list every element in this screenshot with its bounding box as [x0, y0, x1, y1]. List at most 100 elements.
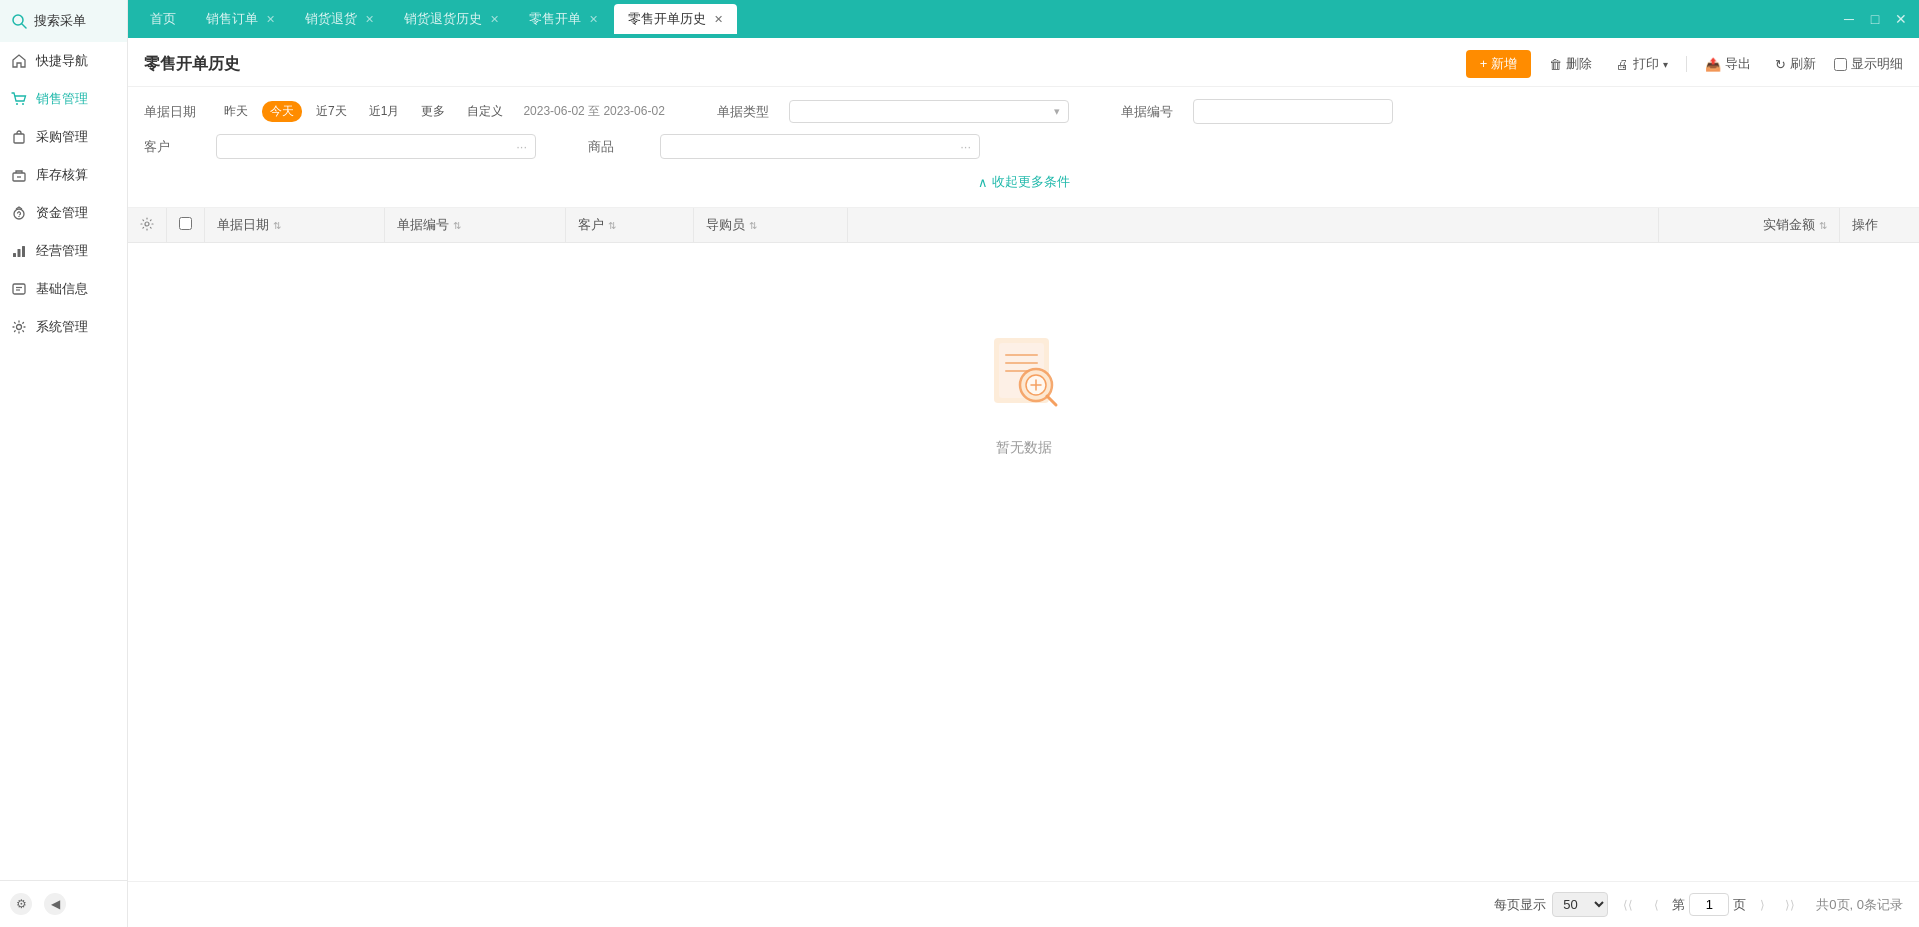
sidebar-label-finance: 资金管理 [36, 204, 88, 222]
select-all-checkbox[interactable] [179, 217, 192, 230]
info-icon [10, 280, 28, 298]
sidebar-label-basic-info: 基础信息 [36, 280, 88, 298]
search-btn[interactable]: 搜索采单 [0, 0, 127, 42]
tab-retail-open-history-close[interactable]: ✕ [714, 13, 723, 26]
filter-row-2: 客户 ··· 商品 ··· [144, 134, 1903, 159]
search-label: 搜索采单 [34, 12, 86, 30]
close-btn[interactable]: ✕ [1891, 9, 1911, 29]
sidebar-item-basic-info[interactable]: 基础信息 [0, 270, 127, 308]
show-detail-toggle[interactable]: 显示明细 [1834, 55, 1903, 73]
th-salesperson[interactable]: 导购员 ⇅ [693, 208, 847, 243]
th-settings[interactable] [128, 208, 167, 243]
type-select[interactable]: ▾ [789, 100, 1069, 123]
svg-rect-11 [13, 284, 25, 294]
th-amount[interactable]: 实销金额 ⇅ [1658, 208, 1839, 243]
date-more-btn[interactable]: 更多 [413, 101, 453, 122]
tab-sales-return-history[interactable]: 销货退货历史 ✕ [390, 4, 513, 34]
print-button[interactable]: 🖨 打印 ▾ [1610, 51, 1674, 77]
sidebar-label-inventory: 库存核算 [36, 166, 88, 184]
sidebar-item-sys-mgmt[interactable]: 系统管理 [0, 308, 127, 346]
date-yesterday-btn[interactable]: 昨天 [216, 101, 256, 122]
svg-point-14 [17, 325, 22, 330]
print-icon: 🖨 [1616, 57, 1629, 72]
page-label: 第 [1672, 896, 1685, 914]
number-filter-input[interactable] [1193, 99, 1393, 124]
sidebar-bottom: ⚙ ◀ [0, 880, 127, 927]
sidebar-label-sys-mgmt: 系统管理 [36, 318, 88, 336]
page-number-input[interactable] [1689, 893, 1729, 916]
minimize-btn[interactable]: ─ [1839, 9, 1859, 29]
date-today-btn[interactable]: 今天 [262, 101, 302, 122]
page-prev-btn[interactable]: ⟨ [1644, 893, 1668, 917]
collapse-icon: ∧ [978, 175, 988, 190]
collapse-sidebar-icon[interactable]: ◀ [44, 893, 66, 915]
data-table: 单据日期 ⇅ 单据编号 ⇅ 客户 [128, 208, 1919, 243]
collapse-label: 收起更多条件 [992, 173, 1070, 191]
export-icon: 📤 [1705, 57, 1721, 72]
th-date[interactable]: 单据日期 ⇅ [205, 208, 385, 243]
sidebar-item-inventory[interactable]: 库存核算 [0, 156, 127, 194]
tab-home[interactable]: 首页 [136, 4, 190, 34]
delete-button[interactable]: 🗑 删除 [1543, 51, 1598, 77]
sidebar-label-purchase-mgmt: 采购管理 [36, 128, 88, 146]
gear-icon [10, 318, 28, 336]
type-filter-label: 单据类型 [717, 103, 777, 121]
pagination: 每页显示 10 20 50 100 ⟨⟨ ⟨ 第 页 ⟩ ⟩⟩ 共0页, 0条记… [128, 881, 1919, 927]
refresh-button[interactable]: ↻ 刷新 [1769, 51, 1822, 77]
svg-point-15 [145, 222, 149, 226]
pagination-nav: ⟨⟨ ⟨ 第 页 ⟩ ⟩⟩ [1616, 893, 1802, 917]
svg-point-3 [22, 103, 24, 105]
tab-retail-open-close[interactable]: ✕ [589, 13, 598, 26]
add-button[interactable]: + 新增 [1466, 50, 1531, 78]
tab-sales-return-close[interactable]: ✕ [365, 13, 374, 26]
page-next-btn[interactable]: ⟩ [1750, 893, 1774, 917]
show-detail-label: 显示明细 [1851, 55, 1903, 73]
export-button[interactable]: 📤 导出 [1699, 51, 1757, 77]
tab-home-label: 首页 [150, 10, 176, 28]
search-icon [10, 12, 28, 30]
sidebar-item-purchase-mgmt[interactable]: 采购管理 [0, 118, 127, 156]
settings-bottom-icon[interactable]: ⚙ [10, 893, 32, 915]
number-filter-label: 单据编号 [1121, 103, 1181, 121]
goods-more-icon[interactable]: ··· [960, 139, 971, 154]
date-custom-btn[interactable]: 自定义 [459, 101, 511, 122]
goods-filter-label: 商品 [588, 138, 648, 156]
type-select-chevron: ▾ [1054, 105, 1060, 118]
page-title: 零售开单历史 [144, 54, 1466, 75]
date-1month-btn[interactable]: 近1月 [361, 101, 408, 122]
sidebar-label-quick-nav: 快捷导航 [36, 52, 88, 70]
svg-rect-4 [14, 134, 24, 143]
tab-retail-open[interactable]: 零售开单 ✕ [515, 4, 612, 34]
bag-icon [10, 128, 28, 146]
per-page-select[interactable]: 10 20 50 100 [1552, 892, 1608, 917]
tab-retail-open-label: 零售开单 [529, 10, 581, 28]
th-customer[interactable]: 客户 ⇅ [565, 208, 693, 243]
filter-row-1: 单据日期 昨天 今天 近7天 近1月 更多 自定义 2023-06-02 至 2… [144, 99, 1903, 124]
tab-sales-order[interactable]: 销售订单 ✕ [192, 4, 289, 34]
toolbar: + 新增 🗑 删除 🖨 打印 ▾ 📤 导出 ↻ 刷新 [1466, 50, 1903, 78]
chart-icon [10, 242, 28, 260]
show-detail-checkbox[interactable] [1834, 58, 1847, 71]
tab-retail-open-history[interactable]: 零售开单历史 ✕ [614, 4, 737, 34]
sort-date-icon: ⇅ [273, 220, 281, 231]
tab-sales-return-history-close[interactable]: ✕ [490, 13, 499, 26]
page-last-btn[interactable]: ⟩⟩ [1778, 893, 1802, 917]
customer-select[interactable]: ··· [216, 134, 536, 159]
date-shortcuts-group: 昨天 今天 近7天 近1月 更多 自定义 2023-06-02 至 2023-0… [216, 101, 665, 122]
page-first-btn[interactable]: ⟨⟨ [1616, 893, 1640, 917]
customer-more-icon[interactable]: ··· [516, 139, 527, 154]
delete-icon: 🗑 [1549, 57, 1562, 72]
sidebar-item-sales-mgmt[interactable]: 销售管理 [0, 80, 127, 118]
collapse-more-btn[interactable]: ∧ 收起更多条件 [144, 169, 1903, 195]
sidebar-item-finance[interactable]: 资金管理 [0, 194, 127, 232]
th-checkbox[interactable] [167, 208, 205, 243]
sidebar-item-quick-nav[interactable]: 快捷导航 [0, 42, 127, 80]
date-7days-btn[interactable]: 近7天 [308, 101, 355, 122]
th-number[interactable]: 单据编号 ⇅ [385, 208, 565, 243]
maximize-btn[interactable]: □ [1865, 9, 1885, 29]
goods-select[interactable]: ··· [660, 134, 980, 159]
tab-sales-return[interactable]: 销货退货 ✕ [291, 4, 388, 34]
tab-sales-order-close[interactable]: ✕ [266, 13, 275, 26]
sidebar-item-operations[interactable]: 经营管理 [0, 232, 127, 270]
page-suffix: 页 [1733, 896, 1746, 914]
